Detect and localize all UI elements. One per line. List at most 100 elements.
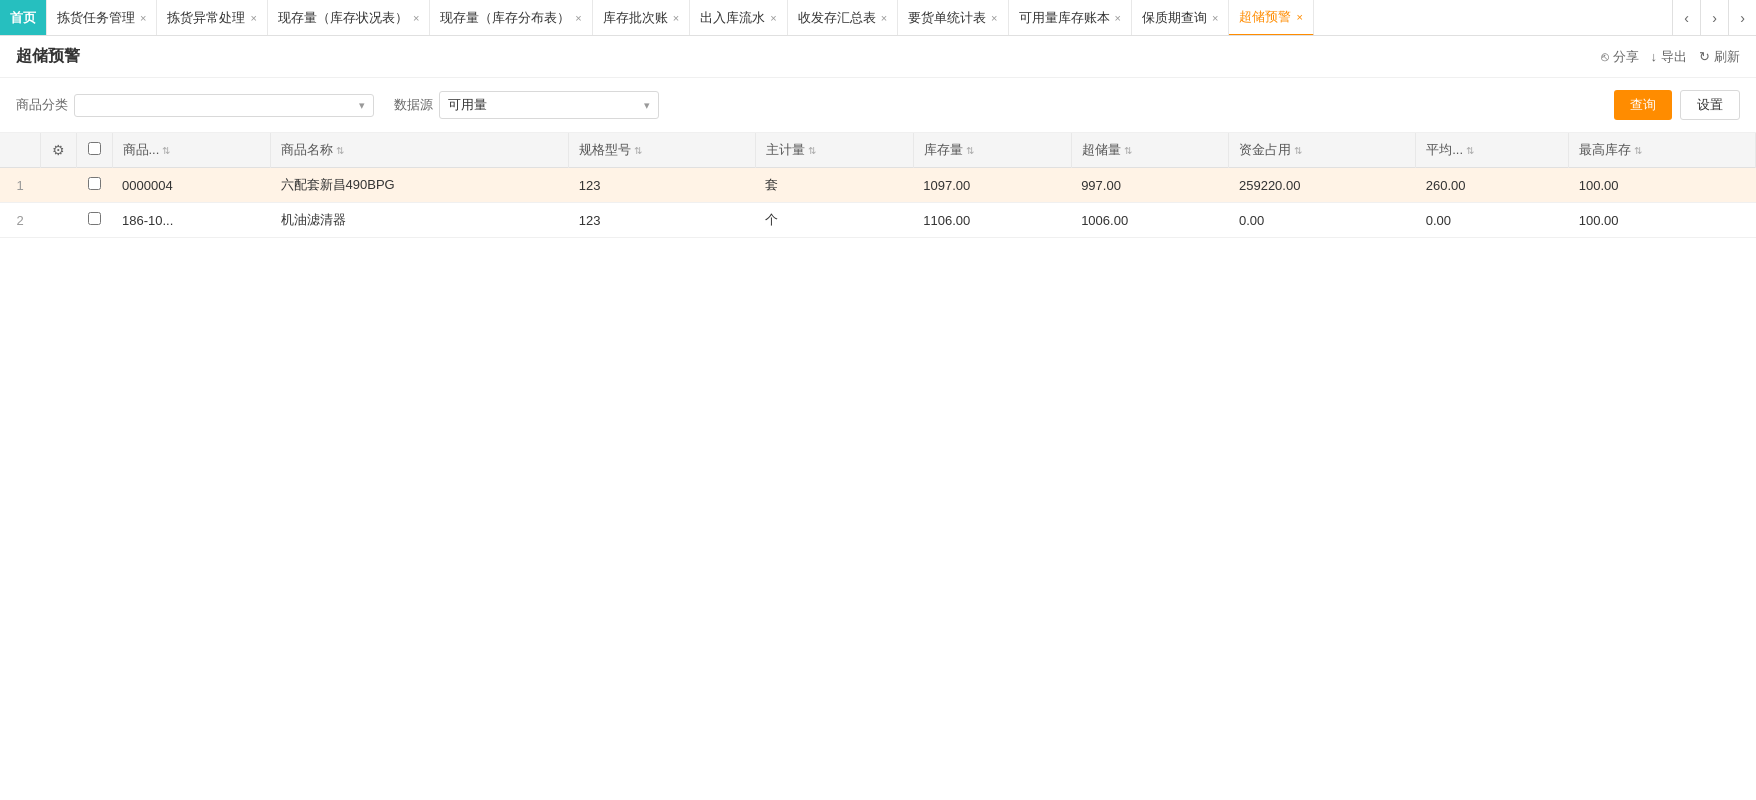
tab-close-icon[interactable]: × — [881, 12, 887, 24]
cell-product_name: 机油滤清器 — [271, 203, 569, 238]
row-number: 2 — [0, 203, 40, 238]
cell-product_name: 六配套新昌490BPG — [271, 168, 569, 203]
product-category-filter: 商品分类 ▾ — [16, 94, 374, 117]
query-button[interactable]: 查询 — [1614, 90, 1672, 120]
tab-close-icon[interactable]: × — [673, 12, 679, 24]
tab-label: 超储预警 — [1239, 8, 1291, 26]
page-header: 超储预警 ⎋ 分享 ↓ 导出 ↻ 刷新 — [0, 36, 1756, 78]
table-container: ⚙商品...⇅商品名称⇅规格型号⇅主计量⇅库存量⇅超储量⇅资金占用⇅平均...⇅… — [0, 133, 1756, 238]
nav-tab[interactable]: 收发存汇总表× — [788, 0, 898, 36]
refresh-label: 刷新 — [1714, 48, 1740, 66]
share-label: 分享 — [1613, 48, 1639, 66]
tab-label: 要货单统计表 — [908, 9, 986, 27]
tab-label: 保质期查询 — [1142, 9, 1207, 27]
tab-close-icon[interactable]: × — [250, 12, 256, 24]
sort-icon[interactable]: ⇅ — [634, 145, 642, 156]
settings-button[interactable]: 设置 — [1680, 90, 1740, 120]
datasource-select[interactable]: 可用量 ▾ — [439, 91, 659, 119]
home-label: 首页 — [10, 9, 36, 27]
nav-tab[interactable]: 出入库流水 × — [690, 0, 787, 36]
product-category-arrow-icon: ▾ — [359, 99, 365, 112]
tab-close-icon[interactable]: × — [575, 12, 581, 24]
nav-arrow-left[interactable]: ‹ — [1672, 0, 1700, 36]
refresh-icon: ↻ — [1699, 49, 1710, 64]
row-checkbox[interactable] — [88, 177, 101, 190]
row-checkbox[interactable] — [88, 212, 101, 225]
sort-icon[interactable]: ⇅ — [1634, 145, 1642, 156]
select-all-checkbox[interactable] — [88, 142, 101, 155]
nav-tab[interactable]: 超储预警 × — [1229, 0, 1313, 36]
cell-spec: 123 — [569, 168, 756, 203]
share-button[interactable]: ⎋ 分享 — [1601, 48, 1639, 66]
tab-close-icon[interactable]: × — [1296, 11, 1302, 23]
cell-product_code: 186-10... — [112, 203, 271, 238]
sort-icon[interactable]: ⇅ — [162, 145, 170, 156]
cell-avg: 0.00 — [1416, 203, 1569, 238]
col-header-product_code: 商品...⇅ — [112, 133, 271, 168]
nav-tab[interactable]: 拣货异常处理× — [157, 0, 267, 36]
nav-tab[interactable]: 保质期查询 × — [1132, 0, 1229, 36]
nav-tab[interactable]: 要货单统计表 × — [898, 0, 1008, 36]
cell-avg: 260.00 — [1416, 168, 1569, 203]
sort-icon[interactable]: ⇅ — [1466, 145, 1474, 156]
filter-area: 商品分类 ▾ 数据源 可用量 ▾ 查询 设置 — [0, 78, 1756, 133]
tab-label: 出入库流水 — [700, 9, 765, 27]
sort-icon[interactable]: ⇅ — [1124, 145, 1132, 156]
col-header-max_stock: 最高库存⇅ — [1569, 133, 1756, 168]
row-settings — [40, 168, 76, 203]
sort-icon[interactable]: ⇅ — [966, 145, 974, 156]
col-header-product_name: 商品名称⇅ — [271, 133, 569, 168]
tab-close-icon[interactable]: × — [770, 12, 776, 24]
nav-tab[interactable]: 可用量库存账本 × — [1009, 0, 1132, 36]
checkbox-col-header — [76, 133, 112, 168]
col-header-unit: 主计量⇅ — [755, 133, 913, 168]
nav-home[interactable]: 首页 — [0, 0, 47, 36]
table-body: 10000004六配套新昌490BPG123套1097.00997.002592… — [0, 168, 1756, 238]
tab-close-icon[interactable]: × — [991, 12, 997, 24]
datasource-label: 数据源 — [394, 96, 433, 114]
nav-arrows: ‹ › › — [1672, 0, 1756, 36]
cell-stock: 1106.00 — [913, 203, 1071, 238]
tab-close-icon[interactable]: × — [140, 12, 146, 24]
tab-label: 拣货任务管理 — [57, 9, 135, 27]
row-settings — [40, 203, 76, 238]
top-nav: 首页 拣货任务管理×拣货异常处理×现存量（库存状况表）×现存量（库存分布表）×库… — [0, 0, 1756, 36]
tab-close-icon[interactable]: × — [1115, 12, 1121, 24]
product-category-label: 商品分类 — [16, 96, 68, 114]
col-header-capital: 资金占用⇅ — [1229, 133, 1416, 168]
tab-label: 现存量（库存状况表） — [278, 9, 408, 27]
cell-capital: 0.00 — [1229, 203, 1416, 238]
tab-close-icon[interactable]: × — [413, 12, 419, 24]
table-header-row: ⚙商品...⇅商品名称⇅规格型号⇅主计量⇅库存量⇅超储量⇅资金占用⇅平均...⇅… — [0, 133, 1756, 168]
tab-label: 现存量（库存分布表） — [440, 9, 570, 27]
sort-icon[interactable]: ⇅ — [336, 145, 344, 156]
datasource-value: 可用量 — [448, 96, 487, 114]
settings-col-header: ⚙ — [40, 133, 76, 168]
refresh-button[interactable]: ↻ 刷新 — [1699, 48, 1740, 66]
cell-unit: 个 — [755, 203, 913, 238]
row-number: 1 — [0, 168, 40, 203]
product-category-select[interactable]: ▾ — [74, 94, 374, 117]
nav-arrow-right[interactable]: › — [1700, 0, 1728, 36]
sort-icon[interactable]: ⇅ — [1294, 145, 1302, 156]
gear-icon[interactable]: ⚙ — [52, 142, 65, 158]
share-icon: ⎋ — [1601, 49, 1609, 64]
col-header-avg: 平均...⇅ — [1416, 133, 1569, 168]
nav-tab[interactable]: 拣货任务管理 × — [47, 0, 157, 36]
cell-capital: 259220.00 — [1229, 168, 1416, 203]
sort-icon[interactable]: ⇅ — [808, 145, 816, 156]
cell-max_stock: 100.00 — [1569, 203, 1756, 238]
tab-close-icon[interactable]: × — [1212, 12, 1218, 24]
data-table: ⚙商品...⇅商品名称⇅规格型号⇅主计量⇅库存量⇅超储量⇅资金占用⇅平均...⇅… — [0, 133, 1756, 238]
table-row: 10000004六配套新昌490BPG123套1097.00997.002592… — [0, 168, 1756, 203]
tab-label: 可用量库存账本 — [1019, 9, 1110, 27]
nav-tab[interactable]: 库存批次账× — [593, 0, 690, 36]
nav-arrow-expand[interactable]: › — [1728, 0, 1756, 36]
col-header-stock: 库存量⇅ — [913, 133, 1071, 168]
export-icon: ↓ — [1651, 49, 1658, 64]
nav-tab[interactable]: 现存量（库存状况表） × — [268, 0, 430, 36]
nav-tab[interactable]: 现存量（库存分布表） × — [430, 0, 592, 36]
cell-max_stock: 100.00 — [1569, 168, 1756, 203]
export-button[interactable]: ↓ 导出 — [1651, 48, 1688, 66]
cell-spec: 123 — [569, 203, 756, 238]
